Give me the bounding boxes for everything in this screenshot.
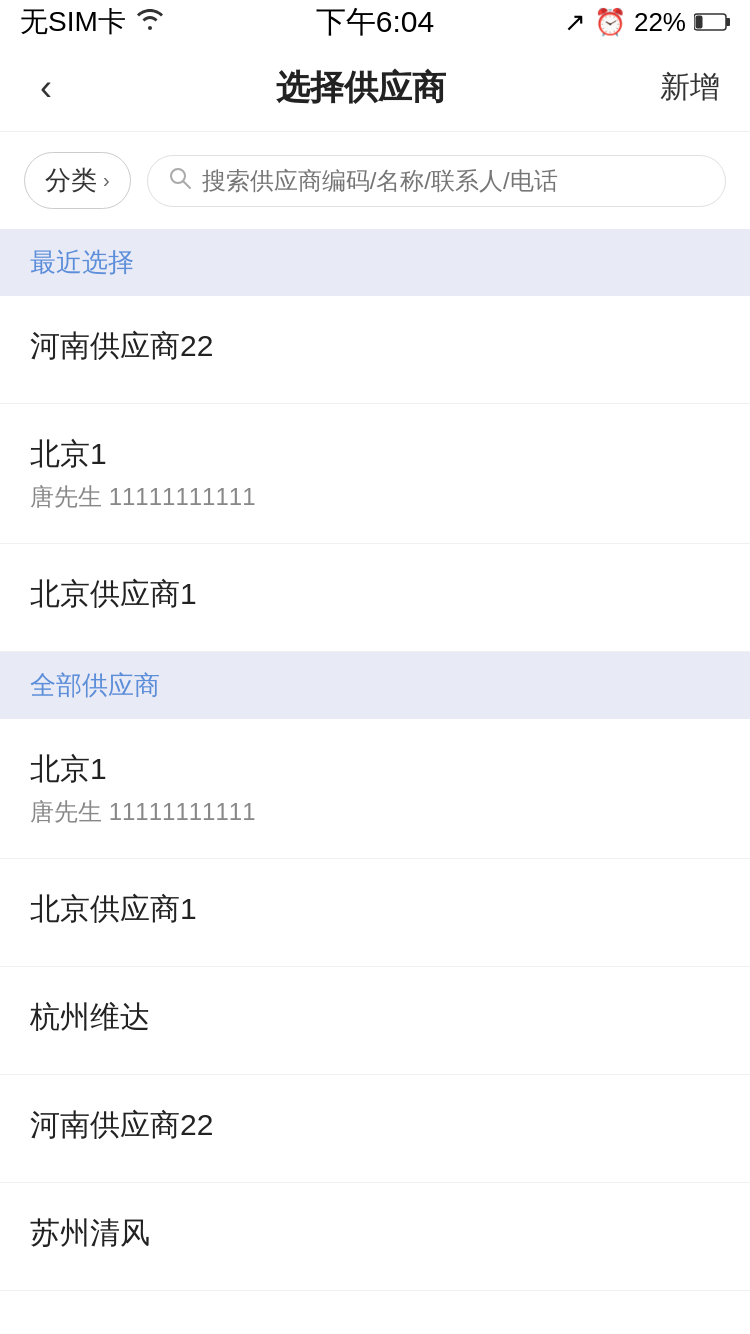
recent-section-header: 最近选择 xyxy=(0,229,750,296)
status-right: ↗ ⏰ 22% xyxy=(564,7,730,38)
status-left: 无SIM卡 xyxy=(20,3,164,41)
category-label: 分类 xyxy=(45,163,97,198)
all-list-item[interactable]: 河南供应商22 xyxy=(0,1075,750,1183)
search-input[interactable] xyxy=(202,167,705,195)
back-button[interactable]: ‹ xyxy=(30,57,62,119)
item-name: 河南供应商22 xyxy=(30,1105,720,1146)
nav-bar: ‹ 选择供应商 新增 xyxy=(0,44,750,132)
item-name: 北京供应商1 xyxy=(30,889,720,930)
all-section-title: 全部供应商 xyxy=(30,670,160,700)
filter-bar: 分类 › xyxy=(0,132,750,229)
search-icon xyxy=(168,166,192,196)
nav-title: 选择供应商 xyxy=(276,65,446,111)
all-list-item[interactable]: 北京1 唐先生 11111111111 xyxy=(0,719,750,859)
carrier-text: 无SIM卡 xyxy=(20,3,126,41)
item-name: 北京1 xyxy=(30,749,720,790)
item-name: 北京供应商1 xyxy=(30,574,720,615)
recent-list-item[interactable]: 北京1 唐先生 11111111111 xyxy=(0,404,750,544)
new-button[interactable]: 新增 xyxy=(660,67,720,108)
search-box[interactable] xyxy=(147,155,726,207)
item-name: 杭州维达 xyxy=(30,997,720,1038)
item-contact: 唐先生 11111111111 xyxy=(30,796,720,828)
status-time: 下午6:04 xyxy=(316,2,434,43)
svg-rect-1 xyxy=(726,18,730,26)
item-contact: 唐先生 11111111111 xyxy=(30,481,720,513)
battery-text: 22% xyxy=(634,7,686,38)
wifi-icon xyxy=(136,6,164,38)
recent-list-item[interactable]: 河南供应商22 xyxy=(0,296,750,404)
item-name: 河南供应商22 xyxy=(30,326,720,367)
alarm-icon: ⏰ xyxy=(594,7,626,38)
all-list-item[interactable]: 杭州维达 xyxy=(0,967,750,1075)
recent-section-title: 最近选择 xyxy=(30,247,134,277)
item-name: 北京1 xyxy=(30,434,720,475)
svg-rect-2 xyxy=(696,15,703,28)
status-bar: 无SIM卡 下午6:04 ↗ ⏰ 22% xyxy=(0,0,750,44)
location-icon: ↗ xyxy=(564,7,586,38)
item-name: 苏州清风 xyxy=(30,1213,720,1254)
recent-list: 河南供应商22 北京1 唐先生 11111111111 北京供应商1 xyxy=(0,296,750,652)
all-list-item[interactable]: 苏州清风 xyxy=(0,1183,750,1291)
all-section-header: 全部供应商 xyxy=(0,652,750,719)
all-list: 北京1 唐先生 11111111111 北京供应商1 杭州维达河南供应商22 苏州清风 xyxy=(0,719,750,1291)
recent-list-item[interactable]: 北京供应商1 xyxy=(0,544,750,652)
category-button[interactable]: 分类 › xyxy=(24,152,131,209)
battery-icon xyxy=(694,7,730,38)
all-list-item[interactable]: 北京供应商1 xyxy=(0,859,750,967)
chevron-icon: › xyxy=(103,169,110,192)
svg-line-4 xyxy=(183,181,190,188)
